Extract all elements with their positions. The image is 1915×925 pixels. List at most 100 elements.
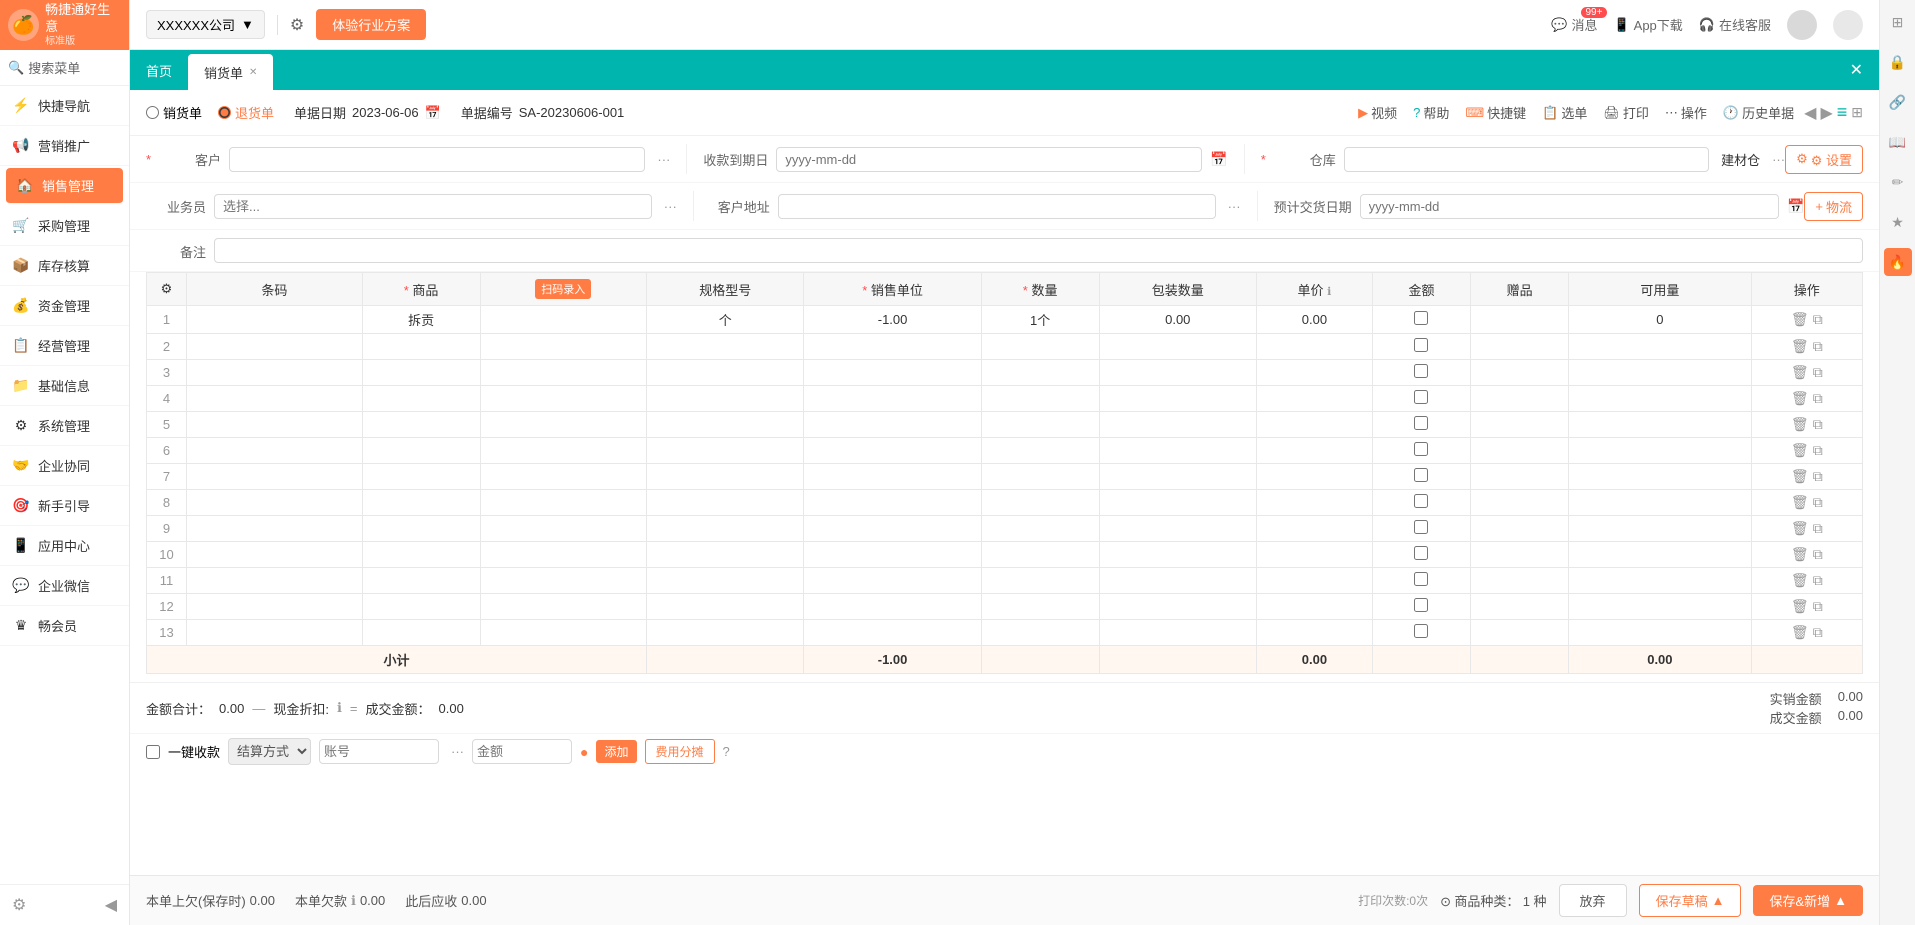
row-unit[interactable] — [647, 620, 804, 646]
online-service-btn[interactable]: 🎧 在线客服 — [1699, 15, 1771, 34]
row-unit-price[interactable] — [1099, 516, 1256, 542]
row-spec[interactable] — [480, 464, 647, 490]
row-spec[interactable] — [480, 620, 647, 646]
row-quantity[interactable] — [804, 334, 981, 360]
scan-btn[interactable]: 扫码录入 — [535, 279, 591, 299]
barcode-input[interactable] — [244, 391, 304, 406]
copy-row-icon[interactable]: ⧉ — [1813, 598, 1823, 615]
row-quantity[interactable] — [804, 438, 981, 464]
row-gift[interactable] — [1372, 620, 1470, 646]
barcode-input[interactable] — [244, 339, 304, 354]
row-spec[interactable] — [480, 438, 647, 464]
row-barcode[interactable] — [187, 438, 363, 464]
row-spec[interactable] — [480, 412, 647, 438]
row-unit-price[interactable] — [1099, 464, 1256, 490]
draft-dropdown-icon[interactable]: ▲ — [1712, 893, 1725, 908]
delete-row-icon[interactable]: 🗑 — [1791, 546, 1809, 563]
row-amount[interactable] — [1256, 542, 1372, 568]
delete-row-icon[interactable]: 🗑 — [1791, 520, 1809, 537]
row-gift[interactable] — [1372, 386, 1470, 412]
row-product[interactable] — [362, 412, 480, 438]
sidebar-item-purchase[interactable]: 🛒 采购管理 — [0, 206, 129, 246]
gift-checkbox[interactable] — [1414, 390, 1428, 404]
row-pack-qty[interactable] — [981, 412, 1099, 438]
row-unit-price[interactable] — [1099, 542, 1256, 568]
gift-checkbox[interactable] — [1414, 442, 1428, 456]
row-unit-price[interactable] — [1099, 620, 1256, 646]
row-spec[interactable] — [480, 594, 647, 620]
row-pack-qty[interactable] — [981, 438, 1099, 464]
gift-checkbox[interactable] — [1414, 598, 1428, 612]
row-quantity[interactable] — [804, 594, 981, 620]
copy-row-icon[interactable]: ⧉ — [1813, 494, 1823, 511]
row-pack-qty[interactable] — [981, 542, 1099, 568]
row-amount[interactable] — [1256, 594, 1372, 620]
row-amount[interactable] — [1256, 568, 1372, 594]
row-unit[interactable]: 个 — [647, 306, 804, 334]
copy-row-icon[interactable]: ⧉ — [1813, 364, 1823, 381]
row-spec[interactable] — [480, 542, 647, 568]
row-quantity[interactable] — [804, 412, 981, 438]
row-unit-price[interactable] — [1099, 360, 1256, 386]
calendar-icon[interactable]: 📅 — [425, 105, 441, 121]
date-value[interactable]: 2023-06-06 — [352, 105, 419, 120]
notes-input[interactable] — [214, 238, 1863, 263]
row-unit[interactable] — [647, 334, 804, 360]
one-click-payment-checkbox[interactable] — [146, 745, 160, 759]
row-gift[interactable] — [1372, 438, 1470, 464]
user-avatar-2[interactable] — [1833, 10, 1863, 40]
barcode-input[interactable] — [244, 365, 304, 380]
row-barcode[interactable] — [187, 490, 363, 516]
video-btn[interactable]: ▶ 视频 — [1352, 100, 1403, 125]
sidebar-item-marketing[interactable]: 📢 营销推广 — [0, 126, 129, 166]
row-unit-price[interactable] — [1099, 386, 1256, 412]
row-product[interactable] — [362, 542, 480, 568]
row-amount[interactable] — [1256, 412, 1372, 438]
barcode-input[interactable] — [244, 573, 304, 588]
gift-checkbox[interactable] — [1414, 311, 1428, 325]
row-unit[interactable] — [647, 438, 804, 464]
radio-sale[interactable]: 销货单 — [146, 103, 202, 122]
row-barcode[interactable] — [187, 360, 363, 386]
row-amount[interactable] — [1256, 490, 1372, 516]
barcode-input[interactable] — [244, 443, 304, 458]
row-unit[interactable] — [647, 516, 804, 542]
collapse-icon[interactable]: ◀ — [105, 895, 117, 915]
warehouse-dots[interactable]: ··· — [1772, 152, 1785, 167]
copy-row-icon[interactable]: ⧉ — [1813, 520, 1823, 537]
customer-address-input[interactable] — [778, 194, 1216, 219]
row-gift[interactable] — [1372, 542, 1470, 568]
row-unit[interactable] — [647, 568, 804, 594]
list-view-icon[interactable]: ≡ — [1837, 102, 1848, 123]
side-icon-7[interactable]: 🔥 — [1884, 248, 1912, 276]
row-quantity[interactable] — [804, 568, 981, 594]
total-owed-info[interactable]: ℹ — [351, 893, 356, 909]
gift-checkbox[interactable] — [1414, 416, 1428, 430]
delivery-date-cal-icon[interactable]: 📅 — [1787, 198, 1804, 215]
sidebar-item-enterprise[interactable]: 🤝 企业协同 — [0, 446, 129, 486]
barcode-input[interactable] — [244, 312, 304, 327]
row-pack-qty[interactable] — [981, 516, 1099, 542]
row-unit-price[interactable] — [1099, 490, 1256, 516]
row-amount[interactable] — [1256, 438, 1372, 464]
payment-date-cal-icon[interactable]: 📅 — [1210, 151, 1227, 168]
row-pack-qty[interactable] — [981, 620, 1099, 646]
gift-checkbox[interactable] — [1414, 624, 1428, 638]
tab-home[interactable]: 首页 — [130, 50, 188, 90]
account-input[interactable] — [319, 739, 439, 764]
delete-row-icon[interactable]: 🗑 — [1791, 624, 1809, 641]
copy-row-icon[interactable]: ⧉ — [1813, 442, 1823, 459]
next-nav[interactable]: ▶ — [1820, 103, 1832, 123]
delete-row-icon[interactable]: 🗑 — [1791, 572, 1809, 589]
warehouse-input[interactable] — [1344, 147, 1709, 172]
salesperson-input[interactable] — [214, 194, 652, 219]
company-selector[interactable]: XXXXXX公司 ▼ — [146, 10, 265, 39]
row-barcode[interactable] — [187, 386, 363, 412]
row-pack-qty[interactable] — [981, 568, 1099, 594]
row-gift[interactable] — [1372, 334, 1470, 360]
row-amount[interactable] — [1256, 464, 1372, 490]
amount-input[interactable] — [472, 739, 572, 764]
sidebar-item-quick-nav[interactable]: ⚡ 快捷导航 — [0, 86, 129, 126]
app-download-btn[interactable]: 📱 App下载 — [1613, 15, 1682, 34]
side-icon-2[interactable]: 🔒 — [1884, 48, 1912, 76]
